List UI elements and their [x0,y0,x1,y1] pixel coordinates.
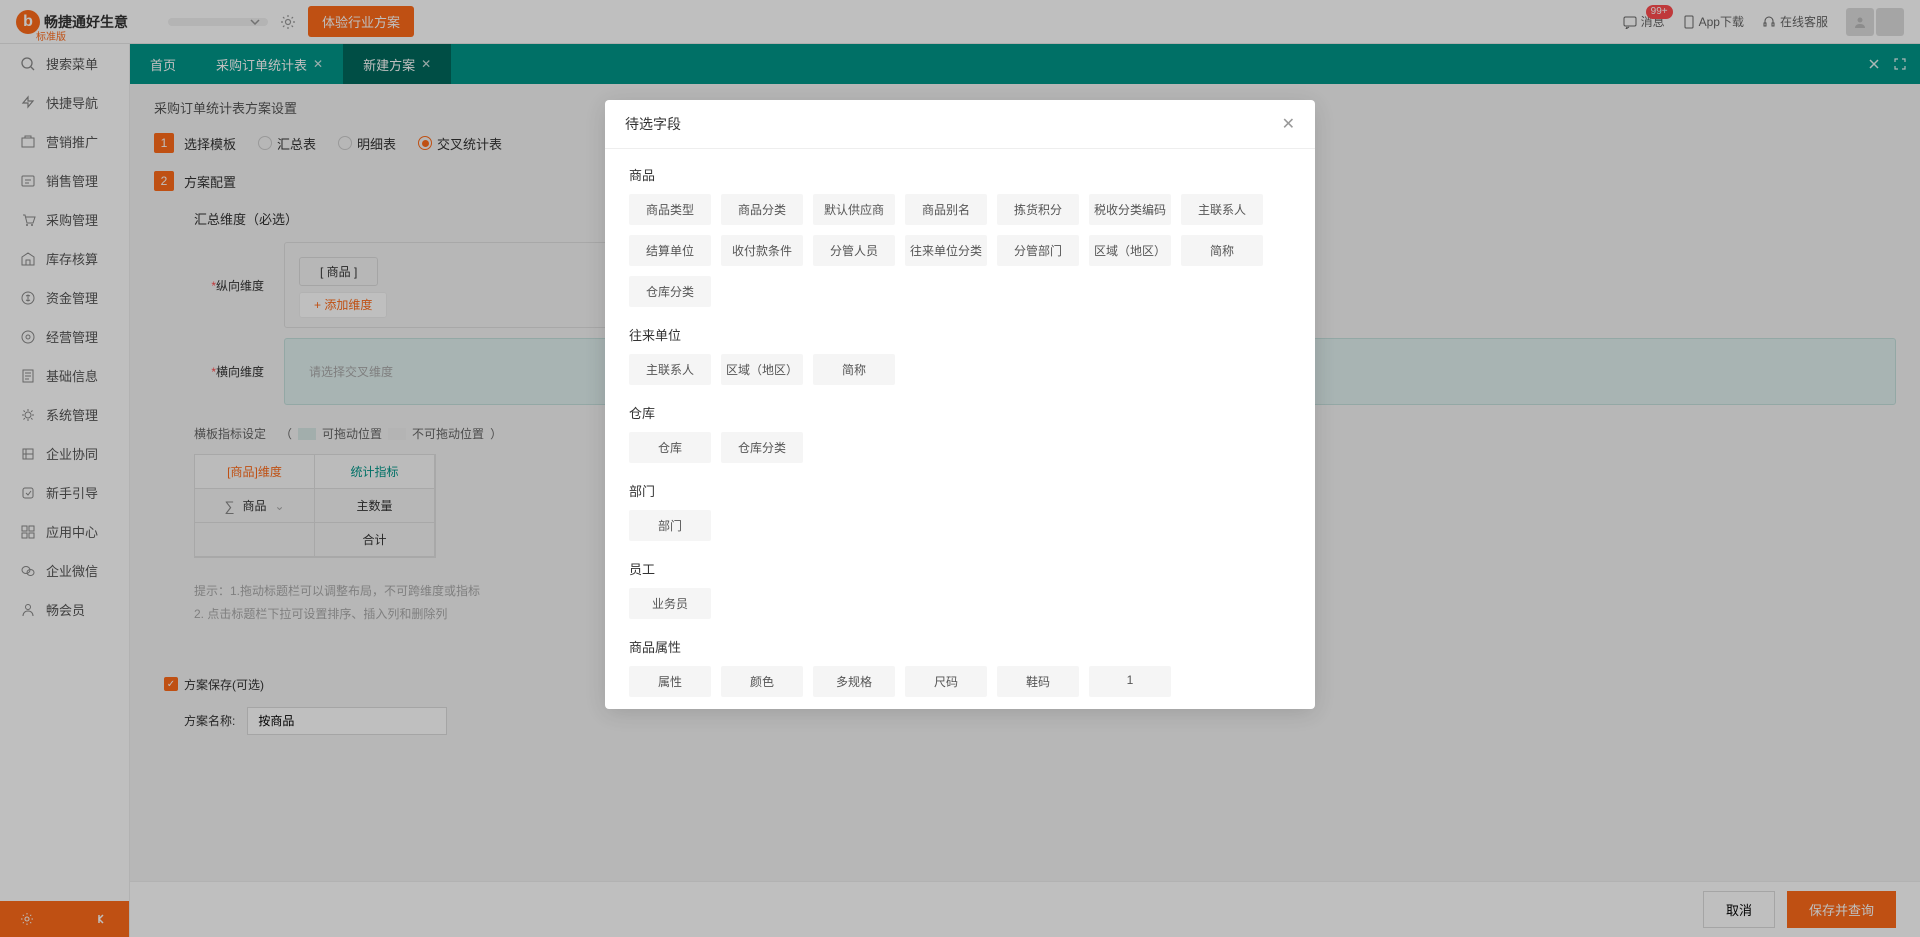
field-chip[interactable]: 属性 [629,666,711,697]
field-chip[interactable]: 多规格 [813,666,895,697]
field-chip[interactable]: 主联系人 [1181,194,1263,225]
field-group: 仓库仓库仓库分类 [629,403,1291,463]
field-group-title: 往来单位 [629,325,1291,344]
field-chip[interactable]: 分管人员 [813,235,895,266]
field-chip[interactable]: 分管部门 [997,235,1079,266]
field-group: 部门部门 [629,481,1291,541]
field-chip[interactable]: 结算单位 [629,235,711,266]
modal-body: 商品商品类型商品分类默认供应商商品别名拣货积分税收分类编码主联系人结算单位收付款… [605,149,1315,709]
modal-title: 待选字段 [625,114,681,134]
field-chip[interactable]: 收付款条件 [721,235,803,266]
modal-close-button[interactable]: ✕ [1282,114,1295,134]
field-chip[interactable]: 简称 [1181,235,1263,266]
field-chip[interactable]: 默认供应商 [813,194,895,225]
field-group-title: 员工 [629,559,1291,578]
field-chip[interactable]: 税收分类编码 [1089,194,1171,225]
field-chip[interactable]: 商品别名 [905,194,987,225]
field-picker-modal: 待选字段 ✕ 商品商品类型商品分类默认供应商商品别名拣货积分税收分类编码主联系人… [605,100,1315,709]
field-group: 员工业务员 [629,559,1291,619]
field-group-title: 商品 [629,165,1291,184]
field-chip[interactable]: 区域（地区） [1089,235,1171,266]
field-chip[interactable]: 商品分类 [721,194,803,225]
field-chip[interactable]: 业务员 [629,588,711,619]
field-chip[interactable]: 商品类型 [629,194,711,225]
field-chip[interactable]: 简称 [813,354,895,385]
field-chip[interactable]: 鞋码 [997,666,1079,697]
field-chip[interactable]: 1 [1089,666,1171,697]
field-chip[interactable]: 主联系人 [629,354,711,385]
field-chip[interactable]: 仓库分类 [721,432,803,463]
field-group-title: 仓库 [629,403,1291,422]
field-group-title: 商品属性 [629,637,1291,656]
field-chip[interactable]: 尺码 [905,666,987,697]
field-chip[interactable]: 颜色 [721,666,803,697]
field-chip[interactable]: 往来单位分类 [905,235,987,266]
field-group: 往来单位主联系人区域（地区） 简称 [629,325,1291,385]
field-group: 商品属性属性颜色多规格尺码鞋码 1 [629,637,1291,697]
field-group-title: 部门 [629,481,1291,500]
field-chip[interactable]: 拣货积分 [997,194,1079,225]
field-chip[interactable]: 仓库 [629,432,711,463]
field-chip[interactable]: 部门 [629,510,711,541]
field-chip[interactable]: 仓库分类 [629,276,711,307]
field-group: 商品商品类型商品分类默认供应商商品别名拣货积分税收分类编码主联系人结算单位收付款… [629,165,1291,307]
field-chip[interactable]: 区域（地区） [721,354,803,385]
modal-header: 待选字段 ✕ [605,100,1315,149]
